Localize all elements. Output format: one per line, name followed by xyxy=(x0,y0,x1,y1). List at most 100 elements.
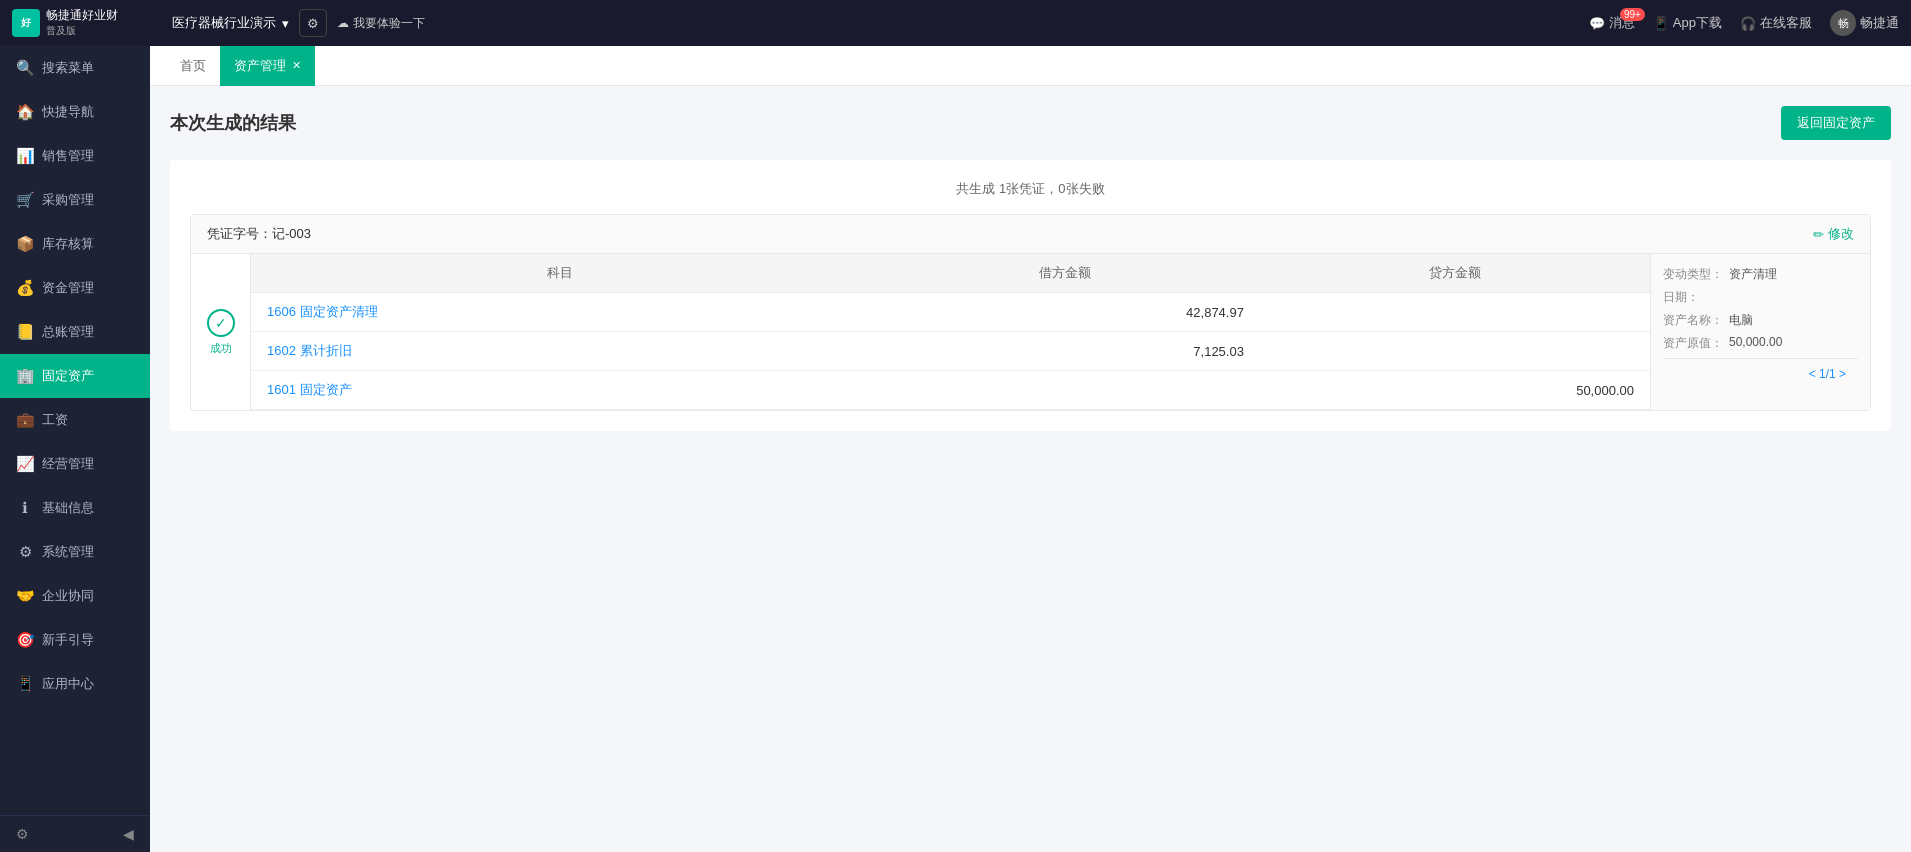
sidebar-item-quicknav[interactable]: 🏠 快捷导航 xyxy=(0,90,150,134)
cell-debit xyxy=(870,371,1260,410)
user-profile[interactable]: 畅 畅捷通 xyxy=(1830,10,1899,36)
edit-button[interactable]: ✏ 修改 xyxy=(1813,225,1854,243)
sidebar-item-finance[interactable]: 💰 资金管理 xyxy=(0,266,150,310)
change-type-label: 变动类型： xyxy=(1663,266,1723,283)
sidebar-icon-cooperation: 🤝 xyxy=(16,587,34,605)
asset-name-label: 资产名称： xyxy=(1663,312,1723,329)
voucher-section: 凭证字号：记-003 ✏ 修改 xyxy=(190,214,1871,411)
tab-home[interactable]: 首页 xyxy=(166,46,220,86)
asset-name-value: 电脑 xyxy=(1729,312,1753,329)
pagination[interactable]: < 1/1 > xyxy=(1663,358,1858,389)
sidebar-icon-basic_info: ℹ xyxy=(16,499,34,517)
table-row: 1602 累计折旧 7,125.03 xyxy=(251,332,1650,371)
sidebar-label-sales: 销售管理 xyxy=(42,147,94,165)
online-service-button[interactable]: 🎧 在线客服 xyxy=(1740,14,1812,32)
cell-credit xyxy=(1260,293,1650,332)
sidebar-item-payroll[interactable]: 💼 工资 xyxy=(0,398,150,442)
top-bar: 好 畅捷通好业财 普及版 医疗器械行业演示 ▾ ⚙ ☁ 我要体验一下 💬 消息 … xyxy=(0,0,1911,46)
voucher-header: 凭证字号：记-003 ✏ 修改 xyxy=(191,215,1870,254)
side-row-asset-name: 资产名称： 电脑 xyxy=(1663,312,1858,329)
sidebar-label-purchase: 采购管理 xyxy=(42,191,94,209)
original-value-value: 50,000.00 xyxy=(1729,335,1782,352)
tab-asset_mgmt[interactable]: 资产管理 ✕ xyxy=(220,46,315,86)
sidebar-item-guide[interactable]: 🎯 新手引导 xyxy=(0,618,150,662)
experience-label: 我要体验一下 xyxy=(353,15,425,32)
company-name: 医疗器械行业演示 xyxy=(172,14,276,32)
sidebar-label-cooperation: 企业协同 xyxy=(42,587,94,605)
sidebar-icon-search: 🔍 xyxy=(16,59,34,77)
sidebar-item-basic_info[interactable]: ℹ 基础信息 xyxy=(0,486,150,530)
result-summary: 共生成 1张凭证，0张失败 xyxy=(190,180,1871,198)
app-download-label: App下载 xyxy=(1673,14,1722,32)
chevron-down-icon: ▾ xyxy=(282,16,289,31)
side-info: 变动类型： 资产清理 日期： 资产名称： 电脑 xyxy=(1650,254,1870,410)
side-row-change-type: 变动类型： 资产清理 xyxy=(1663,266,1858,283)
sidebar-item-apps[interactable]: 📱 应用中心 xyxy=(0,662,150,706)
settings-button[interactable]: ⚙ xyxy=(299,9,327,37)
sidebar-item-fixed_assets[interactable]: 🏢 固定资产 xyxy=(0,354,150,398)
sidebar-item-search[interactable]: 🔍 搜索菜单 xyxy=(0,46,150,90)
phone-icon: 📱 xyxy=(1653,16,1669,31)
sidebar: 🔍 搜索菜单 🏠 快捷导航 📊 销售管理 🛒 采购管理 📦 库存核算 💰 资金管… xyxy=(0,46,150,852)
sidebar-item-purchase[interactable]: 🛒 采购管理 xyxy=(0,178,150,222)
cell-debit: 7,125.03 xyxy=(870,332,1260,371)
sidebar-label-basic_info: 基础信息 xyxy=(42,499,94,517)
voucher-table-container: ✓ 成功 科目 借方金额 xyxy=(191,254,1870,410)
tab-label-asset_mgmt: 资产管理 xyxy=(234,57,286,75)
edit-label: 修改 xyxy=(1828,225,1854,243)
message-icon: 💬 xyxy=(1589,16,1605,31)
sidebar-icon-finance: 💰 xyxy=(16,279,34,297)
sidebar-label-ledger: 总账管理 xyxy=(42,323,94,341)
sidebar-label-search: 搜索菜单 xyxy=(42,59,94,77)
table-wrapper: 科目 借方金额 贷方金额 1606 固定资产清理 42,874.97 1602 … xyxy=(251,254,1650,410)
sidebar-item-system[interactable]: ⚙ 系统管理 xyxy=(0,530,150,574)
sidebar-item-inventory[interactable]: 📦 库存核算 xyxy=(0,222,150,266)
sidebar-icon-system: ⚙ xyxy=(16,543,34,561)
settings-bottom-icon[interactable]: ⚙ xyxy=(16,826,29,842)
sidebar-icon-inventory: 📦 xyxy=(16,235,34,253)
table-main: ✓ 成功 科目 借方金额 xyxy=(191,254,1650,410)
sidebar-item-ledger[interactable]: 📒 总账管理 xyxy=(0,310,150,354)
username: 畅捷通 xyxy=(1860,14,1899,32)
avatar: 畅 xyxy=(1830,10,1856,36)
table-row: 1601 固定资产 50,000.00 xyxy=(251,371,1650,410)
edit-icon: ✏ xyxy=(1813,227,1824,242)
cell-debit: 42,874.97 xyxy=(870,293,1260,332)
table-row: 1606 固定资产清理 42,874.97 xyxy=(251,293,1650,332)
sidebar-icon-apps: 📱 xyxy=(16,675,34,693)
tab-bar: 首页资产管理 ✕ xyxy=(150,46,1911,86)
cell-account: 1602 累计折旧 xyxy=(251,332,870,371)
return-button[interactable]: 返回固定资产 xyxy=(1781,106,1891,140)
sidebar-icon-ledger: 📒 xyxy=(16,323,34,341)
experience-button[interactable]: ☁ 我要体验一下 xyxy=(337,15,425,32)
voucher-table: 科目 借方金额 贷方金额 1606 固定资产清理 42,874.97 1602 … xyxy=(251,254,1650,410)
sidebar-bottom: ⚙ ◀ xyxy=(0,815,150,852)
sidebar-icon-fixed_assets: 🏢 xyxy=(16,367,34,385)
sidebar-label-guide: 新手引导 xyxy=(42,631,94,649)
voucher-number: 凭证字号：记-003 xyxy=(207,225,311,243)
sidebar-item-operations[interactable]: 📈 经营管理 xyxy=(0,442,150,486)
tab-close-asset_mgmt[interactable]: ✕ xyxy=(292,59,301,72)
success-icon-cell: ✓ 成功 xyxy=(191,254,251,410)
cloud-icon: ☁ xyxy=(337,16,349,30)
company-selector[interactable]: 医疗器械行业演示 ▾ xyxy=(172,14,289,32)
sidebar-label-finance: 资金管理 xyxy=(42,279,94,297)
headset-icon: 🎧 xyxy=(1740,16,1756,31)
sidebar-icon-sales: 📊 xyxy=(16,147,34,165)
content-area: 首页资产管理 ✕ 本次生成的结果 返回固定资产 共生成 1张凭证，0张失败 凭证字… xyxy=(150,46,1911,852)
page-header: 本次生成的结果 返回固定资产 xyxy=(170,106,1891,140)
top-right: 💬 消息 99+ 📱 App下载 🎧 在线客服 畅 畅捷通 xyxy=(1589,10,1899,36)
messages-button[interactable]: 💬 消息 99+ xyxy=(1589,14,1635,32)
logo: 好 畅捷通好业财 普及版 xyxy=(12,8,162,38)
page-content: 本次生成的结果 返回固定资产 共生成 1张凭证，0张失败 凭证字号：记-003 … xyxy=(150,86,1911,852)
sidebar-label-system: 系统管理 xyxy=(42,543,94,561)
sidebar-item-sales[interactable]: 📊 销售管理 xyxy=(0,134,150,178)
original-value-label: 资产原值： xyxy=(1663,335,1723,352)
sidebar-item-cooperation[interactable]: 🤝 企业协同 xyxy=(0,574,150,618)
gear-icon: ⚙ xyxy=(307,16,319,31)
pagination-text[interactable]: < 1/1 > xyxy=(1809,367,1846,381)
collapse-icon[interactable]: ◀ xyxy=(123,826,134,842)
app-download-button[interactable]: 📱 App下载 xyxy=(1653,14,1722,32)
sidebar-icon-payroll: 💼 xyxy=(16,411,34,429)
cell-account: 1606 固定资产清理 xyxy=(251,293,870,332)
